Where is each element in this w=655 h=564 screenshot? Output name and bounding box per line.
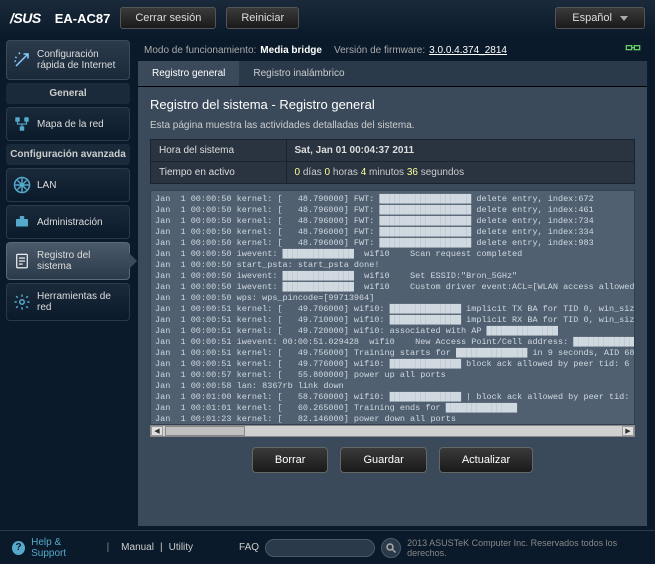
tools-icon — [13, 293, 31, 311]
footer-bar: ? Help & Support | Manual | Utility FAQ … — [0, 530, 655, 564]
language-dropdown[interactable]: Español — [555, 7, 645, 29]
sidebar-quick-setup[interactable]: Configuración rápida de Internet — [6, 40, 130, 80]
firmware-version-link[interactable]: 3.0.0.4.374_2814 — [429, 45, 507, 56]
faq-label: FAQ — [239, 542, 259, 553]
sidebar-item-label: Configuración rápida de Internet — [37, 49, 123, 71]
refresh-button[interactable]: Actualizar — [439, 447, 533, 473]
mode-label: Modo de funcionamiento: — [144, 45, 256, 56]
page-description: Esta página muestra las actividades deta… — [150, 120, 635, 131]
info-table: Hora del sistema Sat, Jan 01 00:04:37 20… — [150, 139, 635, 184]
main-content: Modo de funcionamiento: Media bridge Ver… — [134, 36, 655, 530]
mode-value: Media bridge — [260, 45, 322, 56]
button-row: Borrar Guardar Actualizar — [150, 437, 635, 477]
tab-wireless-log[interactable]: Registro inalámbrico — [239, 61, 358, 86]
chevron-down-icon — [620, 16, 628, 21]
help-icon: ? — [12, 541, 25, 555]
uptime-label: Tiempo en activo — [151, 162, 287, 184]
log-textarea[interactable]: Jan 1 00:00:50 kernel: [ 48.790000] FWT:… — [150, 190, 635, 425]
reboot-button[interactable]: Reiniciar — [226, 7, 299, 29]
lan-icon — [13, 176, 31, 194]
horizontal-scrollbar[interactable]: ◀ ▶ — [150, 425, 635, 437]
brand-logo: /SUS EA-AC87 — [10, 10, 110, 26]
scroll-right-button[interactable]: ▶ — [622, 426, 634, 436]
copyright-text: 2013 ASUSTeK Computer Inc. Reservados to… — [407, 538, 643, 558]
status-line: Modo de funcionamiento: Media bridge Ver… — [138, 40, 647, 61]
admin-icon — [13, 213, 31, 231]
model-text: EA-AC87 — [55, 11, 111, 26]
sidebar-item-lan[interactable]: LAN — [6, 168, 130, 202]
network-map-icon — [13, 115, 31, 133]
connection-status-icon[interactable] — [625, 43, 641, 58]
manual-link[interactable]: Manual — [121, 542, 154, 553]
utility-link[interactable]: Utility — [169, 542, 193, 553]
faq-search-button[interactable] — [381, 538, 401, 558]
content-panel: Registro del sistema - Registro general … — [138, 87, 647, 526]
table-row: Tiempo en activo 0 días 0 horas 4 minuto… — [151, 162, 635, 184]
sidebar-item-admin[interactable]: Administración — [6, 205, 130, 239]
sidebar-item-network-map[interactable]: Mapa de la red — [6, 107, 130, 141]
system-time-value: Sat, Jan 01 00:04:37 2011 — [295, 145, 415, 156]
language-label: Español — [572, 12, 612, 24]
sidebar-item-label: Herramientas de red — [37, 291, 123, 313]
page-title: Registro del sistema - Registro general — [150, 97, 635, 112]
sidebar: Configuración rápida de Internet General… — [0, 36, 134, 530]
sidebar-section-advanced: Configuración avanzada — [6, 144, 130, 165]
faq-search-input[interactable] — [265, 539, 375, 557]
log-icon — [13, 252, 31, 270]
sidebar-section-general: General — [6, 83, 130, 104]
sidebar-item-network-tools[interactable]: Herramientas de red — [6, 283, 130, 321]
brand-text: /SUS — [10, 10, 41, 26]
tab-bar: Registro general Registro inalámbrico — [138, 61, 647, 87]
clear-button[interactable]: Borrar — [252, 447, 329, 473]
sidebar-item-label: Registro del sistema — [37, 250, 123, 272]
wand-icon — [13, 51, 31, 69]
scroll-left-button[interactable]: ◀ — [151, 426, 163, 436]
uptime-value: 0 días 0 horas 4 minutos 36 segundos — [286, 162, 634, 184]
sidebar-item-label: Mapa de la red — [37, 119, 104, 130]
scroll-thumb[interactable] — [165, 426, 245, 436]
save-button[interactable]: Guardar — [340, 447, 426, 473]
fw-label: Versión de firmware: — [334, 45, 425, 56]
system-time-label: Hora del sistema — [151, 140, 287, 162]
sidebar-item-system-log[interactable]: Registro del sistema — [6, 242, 130, 280]
sidebar-item-label: LAN — [37, 180, 56, 191]
table-row: Hora del sistema Sat, Jan 01 00:04:37 20… — [151, 140, 635, 162]
sidebar-item-label: Administración — [37, 217, 103, 228]
tab-general-log[interactable]: Registro general — [138, 61, 239, 86]
header-bar: /SUS EA-AC87 Cerrar sesión Reiniciar Esp… — [0, 0, 655, 36]
help-support-link[interactable]: Help & Support — [31, 537, 94, 559]
logout-button[interactable]: Cerrar sesión — [120, 7, 216, 29]
